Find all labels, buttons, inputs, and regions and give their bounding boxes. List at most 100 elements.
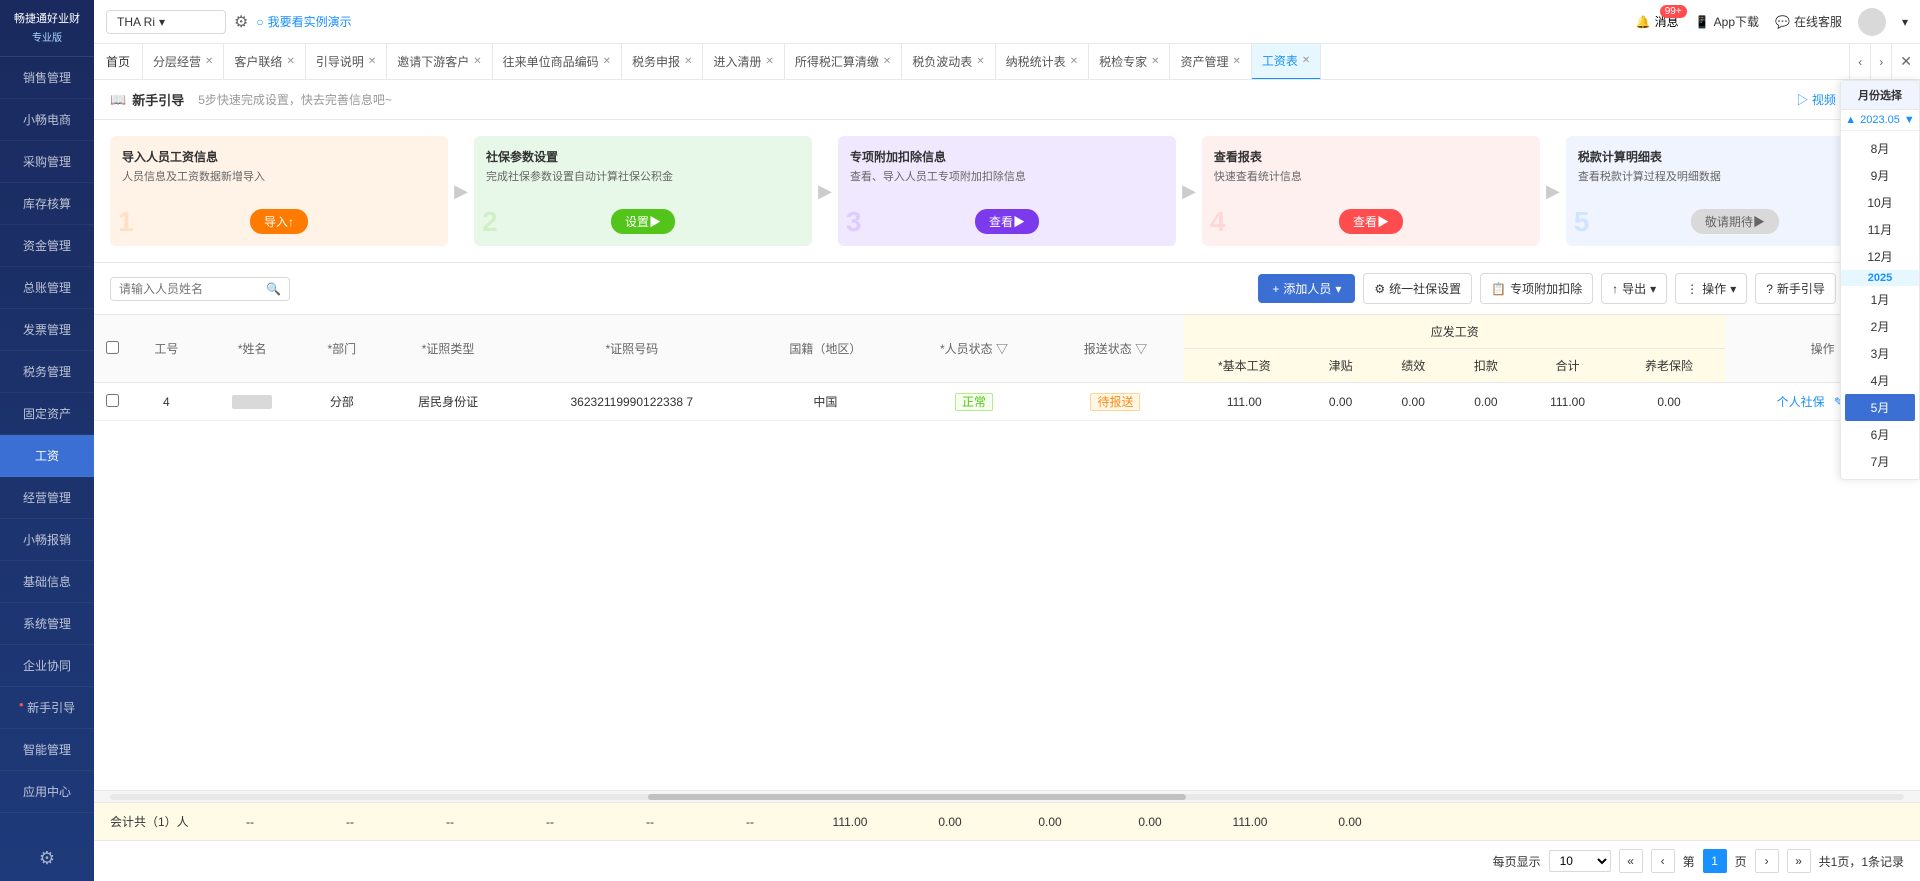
tab-close-icon[interactable]: ✕ [1070,56,1078,67]
next-page-btn[interactable]: › [1755,849,1779,873]
app-download-button[interactable]: 📱 App下载 [1695,13,1759,30]
tab-close-all-button[interactable]: ✕ [1891,44,1920,80]
action-social-security[interactable]: 个人社保 [1777,395,1825,409]
sidebar-item-ops[interactable]: 经营管理 [0,477,94,519]
user-avatar[interactable] [1858,8,1886,36]
tab-product[interactable]: 往来单位商品编码 ✕ [493,44,622,80]
search-input[interactable] [119,282,262,296]
tab-close-icon[interactable]: ✕ [368,56,376,67]
tab-tax-stat[interactable]: 纳税统计表 ✕ [996,44,1089,80]
new-guide-button[interactable]: ? 新手引导 [1755,273,1836,304]
tab-next-button[interactable]: › [1870,44,1891,80]
online-service-button[interactable]: 💬 在线客服 [1775,13,1842,30]
tab-payroll[interactable]: 工资表 ✕ [1252,44,1321,80]
filter-icon[interactable]: ▽ [1135,342,1147,356]
select-all-checkbox[interactable] [106,341,119,354]
current-page-btn[interactable]: 1 [1703,849,1727,873]
actions-button[interactable]: ⋮ 操作 ▾ [1675,273,1747,304]
guide-video-link[interactable]: ▷ 视频 [1797,91,1836,108]
last-page-btn[interactable]: » [1787,849,1811,873]
month-item-5-active[interactable]: 5月 [1845,394,1915,421]
month-item-12[interactable]: 12月 [1841,243,1919,270]
sidebar-item-purchase[interactable]: 采购管理 [0,141,94,183]
month-item-8[interactable]: 8月 [1841,135,1919,162]
tab-guide[interactable]: 引导说明 ✕ [306,44,387,80]
tab-close-icon[interactable]: ✕ [976,56,984,67]
sidebar-item-ledger[interactable]: 总账管理 [0,267,94,309]
company-selector[interactable]: THA Ri ▾ [106,10,226,34]
special-deduct-button[interactable]: 📋 专项附加扣除 [1480,273,1593,304]
tab-tax-calc[interactable]: 所得税汇算清缴 ✕ [785,44,902,80]
sidebar-item-sales[interactable]: 销售管理 [0,57,94,99]
tab-close-icon[interactable]: ✕ [1302,55,1310,66]
scrollbar-track[interactable] [110,794,1904,800]
month-item-11[interactable]: 11月 [1841,216,1919,243]
month-item-1[interactable]: 1月 [1841,286,1919,313]
year-up-icon[interactable]: ▲ [1845,114,1856,126]
tab-tax-report[interactable]: 税务申报 ✕ [622,44,703,80]
scrollbar-thumb[interactable] [648,794,1186,800]
tab-home[interactable]: 首页 [94,44,143,80]
sidebar-item-invoice[interactable]: 发票管理 [0,309,94,351]
tab-invite[interactable]: 邀请下游客户 ✕ [387,44,492,80]
sidebar-item-apps[interactable]: 应用中心 [0,771,94,813]
year-down-icon[interactable]: ▼ [1904,114,1915,126]
tab-close-icon[interactable]: ✕ [603,56,611,67]
demo-button[interactable]: ○ 我要看实例演示 [256,13,351,30]
step-2-btn[interactable]: 设置▶ [611,209,675,234]
first-page-btn[interactable]: « [1619,849,1643,873]
sidebar-item-assets[interactable]: 固定资产 [0,393,94,435]
user-menu-button[interactable]: ▾ [1902,15,1908,29]
steps-container: 导入人员工资信息 人员信息及工资数据新增导入 导入↑ 1 ▶ 社保参数设置 完成… [94,120,1920,263]
search-icon[interactable]: 🔍 [266,282,281,296]
month-item-2[interactable]: 2月 [1841,313,1919,340]
sidebar-item-inventory[interactable]: 库存核算 [0,183,94,225]
tab-asset-mgr[interactable]: 资产管理 ✕ [1170,44,1251,80]
tab-close-icon[interactable]: ✕ [286,56,294,67]
tab-tax-relief[interactable]: 税负波动表 ✕ [902,44,995,80]
tab-close-icon[interactable]: ✕ [1151,56,1159,67]
unified-settings-button[interactable]: ⚙ 统一社保设置 [1363,273,1472,304]
sidebar-item-tax[interactable]: 税务管理 [0,351,94,393]
month-item-3[interactable]: 3月 [1841,340,1919,367]
sidebar-item-guide[interactable]: ● 新手引导 [0,687,94,729]
tab-close-icon[interactable]: ✕ [1233,56,1241,67]
tab-close-icon[interactable]: ✕ [883,56,891,67]
sidebar-item-collab[interactable]: 企业协同 [0,645,94,687]
tab-close-icon[interactable]: ✕ [205,56,213,67]
step-3-btn[interactable]: 查看▶ [975,209,1039,234]
prev-page-btn[interactable]: ‹ [1651,849,1675,873]
add-staff-button[interactable]: + 添加人员 ▾ [1258,274,1355,303]
filter-icon[interactable]: ▽ [996,342,1008,356]
tab-tax-expert[interactable]: 税检专家 ✕ [1089,44,1170,80]
tab-segment[interactable]: 分层经营 ✕ [143,44,224,80]
horizontal-scrollbar[interactable] [94,790,1920,802]
step-1-btn[interactable]: 导入↑ [250,209,308,234]
month-item-7[interactable]: 7月 [1841,448,1919,475]
sidebar-item-finance[interactable]: 资金管理 [0,225,94,267]
sidebar-item-salary[interactable]: 工资 [0,435,94,477]
export-button[interactable]: ↑ 导出 ▾ [1601,273,1667,304]
month-item-6[interactable]: 6月 [1841,421,1919,448]
tab-customer[interactable]: 客户联络 ✕ [224,44,305,80]
page-size-select[interactable]: 10 20 50 [1549,850,1611,872]
tab-prev-button[interactable]: ‹ [1849,44,1870,80]
tab-close-icon[interactable]: ✕ [684,56,692,67]
tab-close-icon[interactable]: ✕ [765,56,773,67]
settings-icon[interactable]: ⚙ [234,12,248,32]
tab-close-icon[interactable]: ✕ [473,56,481,67]
sidebar-item-basic[interactable]: 基础信息 [0,561,94,603]
notification-button[interactable]: 🔔 消息 99+ [1636,13,1679,30]
sidebar-item-ai[interactable]: 智能管理 [0,729,94,771]
month-item-9[interactable]: 9月 [1841,162,1919,189]
sidebar-settings-button[interactable]: ⚙ [0,836,94,881]
step-4-btn[interactable]: 查看▶ [1339,209,1403,234]
row-checkbox[interactable] [106,394,119,407]
month-item-4[interactable]: 4月 [1841,367,1919,394]
month-item-10[interactable]: 10月 [1841,189,1919,216]
step-5-btn[interactable]: 敬请期待▶ [1691,209,1779,234]
sidebar-item-report[interactable]: 小畅报销 [0,519,94,561]
sidebar-item-ecom[interactable]: 小畅电商 [0,99,94,141]
sidebar-item-system[interactable]: 系统管理 [0,603,94,645]
tab-clear[interactable]: 进入清册 ✕ [703,44,784,80]
